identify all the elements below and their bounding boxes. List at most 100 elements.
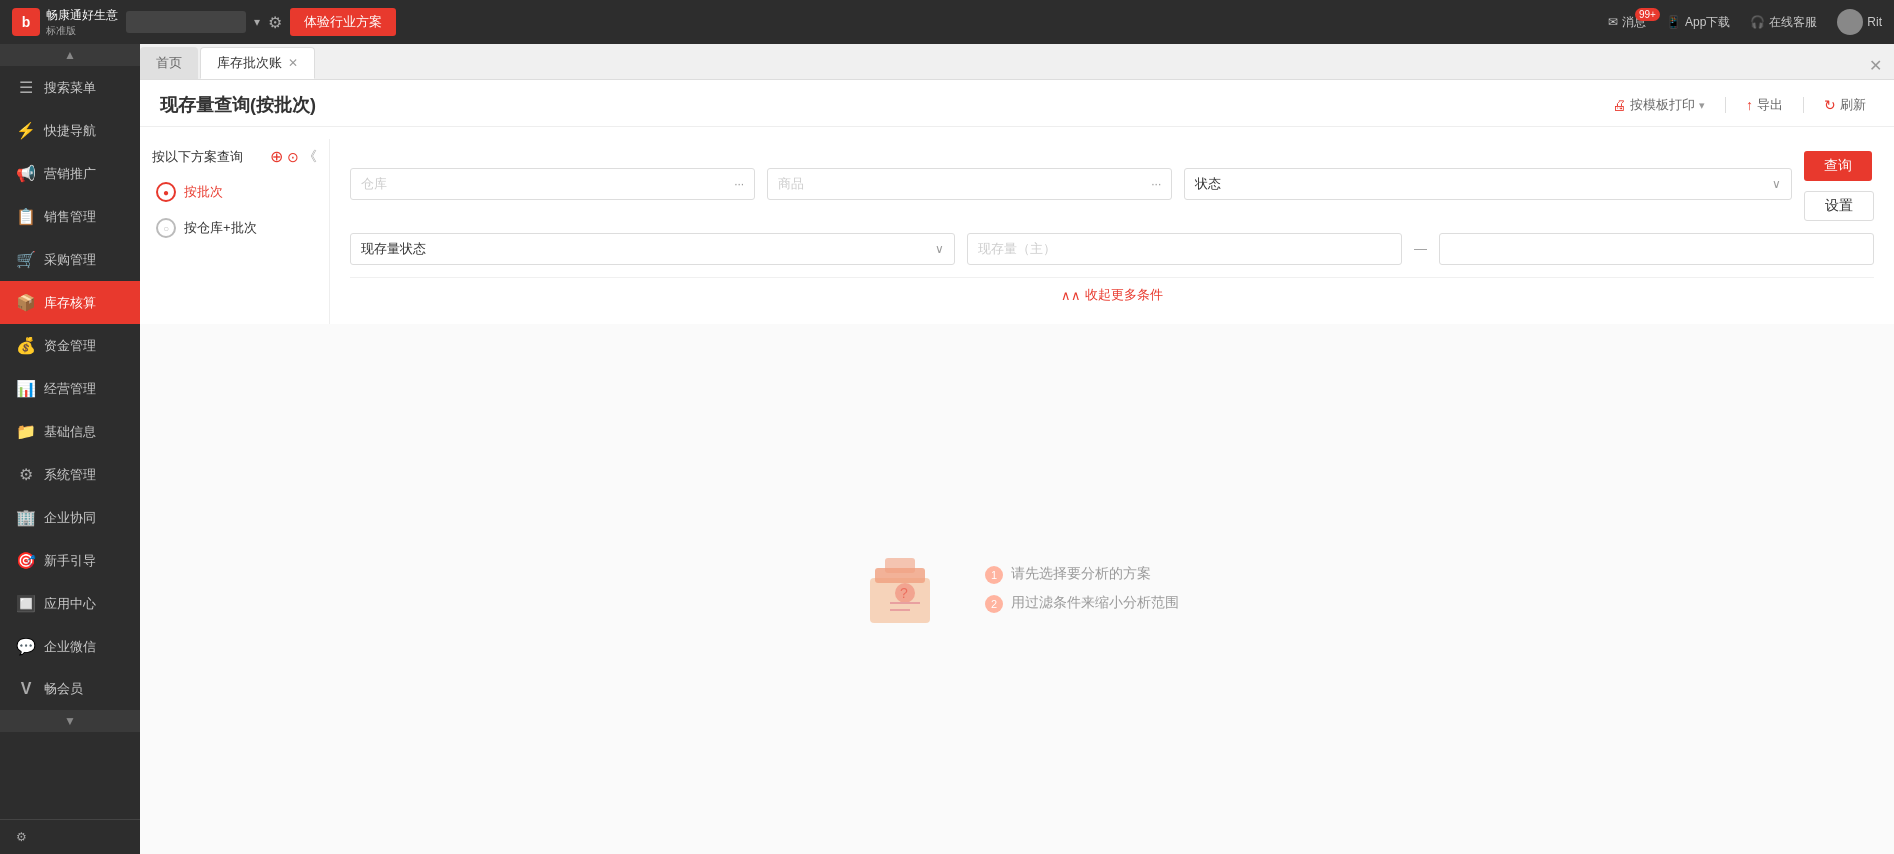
sidebar-item-finance[interactable]: 💰 资金管理: [0, 324, 140, 367]
page-close-button[interactable]: ✕: [1865, 52, 1886, 79]
collapse-filter-button[interactable]: ∧∧ 收起更多条件: [350, 278, 1874, 316]
sidebar-item-operations[interactable]: 📊 经营管理: [0, 367, 140, 410]
sidebar-item-label: 库存核算: [44, 294, 96, 312]
status-filter-field: 状态 ∨: [1184, 168, 1792, 200]
user-name: Rit: [1867, 15, 1882, 29]
tab-inventory-batch[interactable]: 库存批次账 ✕: [200, 47, 315, 79]
sidebar-item-search[interactable]: ☰ 搜索菜单: [0, 66, 140, 109]
sidebar-item-quick-nav[interactable]: ⚡ 快捷导航: [0, 109, 140, 152]
refresh-button[interactable]: ↻ 刷新: [1816, 92, 1874, 118]
empty-tip-1: 1 请先选择要分析的方案: [985, 565, 1179, 584]
warehouse-input[interactable]: 仓库 ···: [350, 168, 755, 200]
tip-text-1: 请先选择要分析的方案: [1011, 565, 1151, 583]
sidebar-scroll-up[interactable]: ▲: [0, 44, 140, 66]
tab-home[interactable]: 首页: [140, 47, 198, 79]
search-icon: ☰: [16, 78, 36, 97]
wechat-icon: 💬: [16, 637, 36, 656]
collapse-filter-label: 收起更多条件: [1085, 286, 1163, 304]
status-arrow-icon: ∨: [1772, 177, 1781, 191]
appstore-icon: 🔲: [16, 594, 36, 613]
tab-bar: 首页 库存批次账 ✕ ✕: [140, 44, 1894, 80]
print-button[interactable]: 🖨 按模板打印 ▾: [1604, 92, 1713, 118]
page-header: 现存量查询(按批次) 🖨 按模板打印 ▾ ↑ 导出 ↻ 刷: [140, 80, 1894, 127]
message-button[interactable]: ✉ 消息 99+: [1608, 14, 1646, 31]
header-search-input[interactable]: [126, 11, 246, 33]
sidebar-item-purchase[interactable]: 🛒 采购管理: [0, 238, 140, 281]
tip-num-2: 2: [985, 595, 1003, 613]
sidebar-item-label: 畅会员: [44, 680, 83, 698]
collapse-left-panel-icon[interactable]: 《: [303, 148, 317, 166]
sidebar-item-system[interactable]: ⚙ 系统管理: [0, 453, 140, 496]
product-more-icon[interactable]: ···: [1151, 177, 1161, 191]
empty-tip-2: 2 用过滤条件来缩小分析范围: [985, 594, 1179, 613]
svg-text:?: ?: [900, 585, 908, 601]
settings-button[interactable]: 设置: [1804, 191, 1874, 221]
refresh-label: 刷新: [1840, 96, 1866, 114]
sidebar-item-label: 资金管理: [44, 337, 96, 355]
sidebar-item-wechat[interactable]: 💬 企业微信: [0, 625, 140, 668]
sidebar-item-newuser[interactable]: 🎯 新手引导: [0, 539, 140, 582]
inventory-main-from[interactable]: 现存量（主）: [967, 233, 1402, 265]
online-service-label: 在线客服: [1769, 14, 1817, 31]
header-dropdown-icon[interactable]: ▾: [254, 15, 260, 29]
sidebar-item-inventory[interactable]: 📦 库存核算: [0, 281, 140, 324]
sidebar-item-appstore[interactable]: 🔲 应用中心: [0, 582, 140, 625]
inventory-main-to[interactable]: [1439, 233, 1874, 265]
sidebar-item-basic[interactable]: 📁 基础信息: [0, 410, 140, 453]
divider-2: [1803, 97, 1804, 113]
inventory-status-label: 现存量状态: [361, 240, 935, 258]
filter-area: 按以下方案查询 ⊕ ⊙ 《 ● 按批次 ○ 按仓库+批次: [140, 127, 1894, 324]
export-label: 导出: [1757, 96, 1783, 114]
settings-bottom-icon: ⚙: [16, 830, 27, 844]
tip-text-2: 用过滤条件来缩小分析范围: [1011, 594, 1179, 612]
sidebar-item-marketing[interactable]: 📢 营销推广: [0, 152, 140, 195]
sidebar-settings-button[interactable]: ⚙: [0, 820, 140, 854]
export-icon: ↑: [1746, 97, 1753, 113]
product-filter-field: 商品 ···: [767, 168, 1172, 200]
user-area[interactable]: Rit: [1837, 9, 1882, 35]
export-button[interactable]: ↑ 导出: [1738, 92, 1791, 118]
sidebar-item-sales[interactable]: 📋 销售管理: [0, 195, 140, 238]
left-panel: 按以下方案查询 ⊕ ⊙ 《 ● 按批次 ○ 按仓库+批次: [140, 139, 330, 324]
inventory-status-select[interactable]: 现存量状态 ∨: [350, 233, 955, 265]
app-download-icon: 📱: [1666, 15, 1681, 29]
inventory-icon: 📦: [16, 293, 36, 312]
header-gear-icon[interactable]: ⚙: [268, 13, 282, 32]
warehouse-more-icon[interactable]: ···: [734, 177, 744, 191]
online-service-button[interactable]: 🎧 在线客服: [1750, 14, 1817, 31]
empty-icon: ?: [855, 538, 955, 638]
scheme-radio-active: ●: [156, 182, 176, 202]
logo-info: 畅康通好生意 标准版: [46, 7, 118, 38]
app-download-button[interactable]: 📱 App下载: [1666, 14, 1730, 31]
add-scheme-icon[interactable]: ⊕: [270, 147, 283, 166]
scheme-item-by-warehouse-batch[interactable]: ○ 按仓库+批次: [140, 210, 329, 246]
inventory-main-separator: —: [1406, 233, 1435, 265]
sidebar: ▲ ☰ 搜索菜单 ⚡ 快捷导航 📢 营销推广 📋 销售管理 🛒 采购管理 📦 库…: [0, 44, 140, 854]
empty-state: ? 1 请先选择要分析的方案 2 用过滤条件来缩小分析范围: [140, 324, 1894, 854]
top-header: b 畅康通好生意 标准版 ▾ ⚙ 体验行业方案 ✉ 消息 99+ 📱 App下载…: [0, 0, 1894, 44]
status-select[interactable]: 状态 ∨: [1184, 168, 1792, 200]
sidebar-item-label: 销售管理: [44, 208, 96, 226]
manage-scheme-icon[interactable]: ⊙: [287, 149, 299, 165]
newuser-icon: 🎯: [16, 551, 36, 570]
product-placeholder: 商品: [778, 175, 1151, 193]
sidebar-scroll-down[interactable]: ▼: [0, 710, 140, 732]
sidebar-item-enterprise[interactable]: 🏢 企业协同: [0, 496, 140, 539]
sidebar-item-label: 采购管理: [44, 251, 96, 269]
sidebar-item-vip[interactable]: V 畅会员: [0, 668, 140, 710]
home-tab-label: 首页: [156, 54, 182, 72]
tab-close-icon[interactable]: ✕: [288, 56, 298, 70]
scheme-item-by-batch[interactable]: ● 按批次: [140, 174, 329, 210]
sidebar-item-label: 企业协同: [44, 509, 96, 527]
divider-1: [1725, 97, 1726, 113]
query-button[interactable]: 查询: [1804, 151, 1872, 181]
product-input[interactable]: 商品 ···: [767, 168, 1172, 200]
system-icon: ⚙: [16, 465, 36, 484]
purchase-icon: 🛒: [16, 250, 36, 269]
action-buttons: 查询 设置: [1804, 147, 1874, 221]
inventory-status-field: 现存量状态 ∨: [350, 233, 955, 265]
experience-button[interactable]: 体验行业方案: [290, 8, 396, 36]
sidebar-item-label: 基础信息: [44, 423, 96, 441]
warehouse-placeholder: 仓库: [361, 175, 734, 193]
left-panel-title: 按以下方案查询: [152, 148, 243, 166]
